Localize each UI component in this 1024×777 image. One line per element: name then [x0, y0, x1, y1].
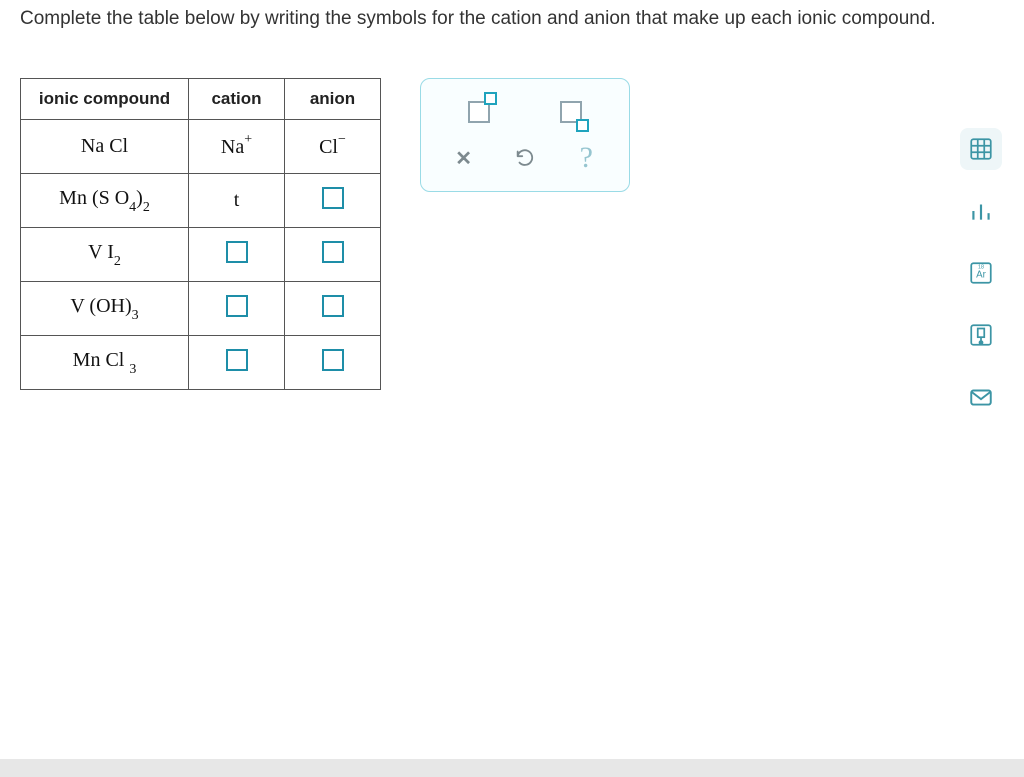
- superscript-template-button[interactable]: [455, 92, 503, 132]
- math-toolbox: ?: [420, 78, 630, 192]
- empty-input-icon[interactable]: [226, 349, 248, 371]
- empty-input-icon[interactable]: [322, 349, 344, 371]
- reset-button[interactable]: [505, 141, 545, 175]
- mail-tool-icon[interactable]: [960, 376, 1002, 418]
- header-cation: cation: [189, 79, 285, 120]
- table-row: Mn Cl 3: [21, 336, 381, 390]
- ionic-compound-table: ionic compound cation anion Na ClNa+Cl−M…: [20, 78, 381, 390]
- bar-chart-tool-icon[interactable]: [960, 190, 1002, 232]
- periodic-table-tool-icon[interactable]: Ar 18: [960, 252, 1002, 294]
- header-compound: ionic compound: [21, 79, 189, 120]
- cation-cell[interactable]: t: [189, 174, 285, 228]
- anion-cell[interactable]: [285, 174, 381, 228]
- grid-tool-icon[interactable]: [960, 128, 1002, 170]
- table-row: V I2: [21, 228, 381, 282]
- compound-cell: Mn Cl 3: [21, 336, 189, 390]
- cation-cell[interactable]: [189, 282, 285, 336]
- header-anion: anion: [285, 79, 381, 120]
- table-row: Na ClNa+Cl−: [21, 120, 381, 174]
- anion-cell[interactable]: [285, 282, 381, 336]
- empty-input-icon[interactable]: [322, 295, 344, 317]
- compound-cell: V I2: [21, 228, 189, 282]
- structure-tool-icon[interactable]: [960, 314, 1002, 356]
- table-body: Na ClNa+Cl−Mn (S O4)2tV I2V (OH)3Mn Cl 3: [21, 120, 381, 390]
- cation-cell[interactable]: [189, 228, 285, 282]
- empty-input-icon[interactable]: [226, 295, 248, 317]
- subscript-template-button[interactable]: [547, 92, 595, 132]
- instruction-text: Complete the table below by writing the …: [20, 8, 1014, 30]
- cation-cell[interactable]: [189, 336, 285, 390]
- anion-cell[interactable]: [285, 228, 381, 282]
- help-button[interactable]: ?: [566, 141, 606, 175]
- side-tool-column: Ar 18: [956, 128, 1006, 418]
- footer-bar: [0, 759, 1024, 777]
- svg-text:Ar: Ar: [976, 269, 987, 280]
- compound-cell: Na Cl: [21, 120, 189, 174]
- table-row: Mn (S O4)2t: [21, 174, 381, 228]
- svg-text:18: 18: [978, 265, 984, 271]
- empty-input-icon[interactable]: [322, 187, 344, 209]
- anion-cell[interactable]: [285, 336, 381, 390]
- empty-input-icon[interactable]: [322, 241, 344, 263]
- empty-input-icon[interactable]: [226, 241, 248, 263]
- anion-cell[interactable]: Cl−: [285, 120, 381, 174]
- cation-cell[interactable]: Na+: [189, 120, 285, 174]
- compound-cell: V (OH)3: [21, 282, 189, 336]
- compound-cell: Mn (S O4)2: [21, 174, 189, 228]
- table-row: V (OH)3: [21, 282, 381, 336]
- clear-button[interactable]: [444, 141, 484, 175]
